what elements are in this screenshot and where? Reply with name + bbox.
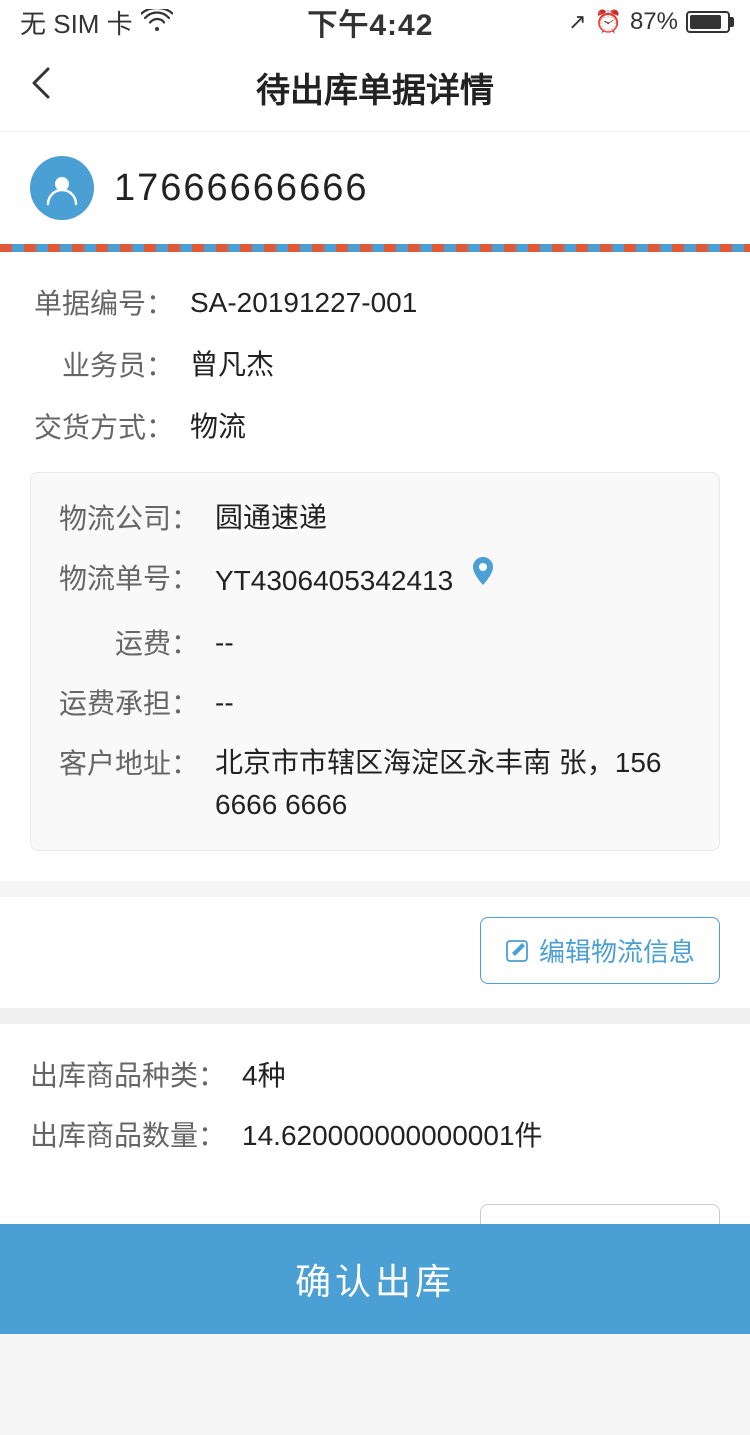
- back-button[interactable]: [20, 55, 62, 120]
- logistics-card: 物流公司： 圆通速递 物流单号： YT4306405342413 运费：: [30, 472, 720, 851]
- wifi-icon: [141, 7, 173, 38]
- battery-percent: 87%: [630, 8, 678, 36]
- confirm-outbound-button[interactable]: 确认出库: [0, 1224, 750, 1334]
- dashed-separator: [0, 244, 750, 252]
- battery-icon: [686, 11, 730, 33]
- address-label: 客户地址：: [55, 742, 215, 782]
- order-number-value: SA-20191227-001: [190, 282, 720, 324]
- goods-quantity-label: 出库商品数量：: [30, 1114, 242, 1154]
- location-active-icon: ↗: [568, 9, 586, 35]
- customer-header: 17666666666: [0, 132, 750, 244]
- goods-quantity-row: 出库商品数量： 14.620000000000001件: [30, 1114, 720, 1154]
- status-bar: 无 SIM 卡 下午4:42 ↗ ⏰ 87%: [0, 0, 750, 44]
- tracking-number-value: YT4306405342413: [215, 557, 695, 604]
- edit-logistics-button[interactable]: 编辑物流信息: [480, 917, 720, 984]
- goods-type-row: 出库商品种类： 4种: [30, 1054, 720, 1094]
- order-number-row: 单据编号： SA-20191227-001: [30, 282, 720, 324]
- order-info-section: 单据编号： SA-20191227-001 业务员： 曾凡杰 交货方式： 物流 …: [0, 252, 750, 881]
- sales-person-value: 曾凡杰: [190, 344, 720, 386]
- time-display: 下午4:42: [307, 0, 433, 44]
- freight-bearer-row: 运费承担： --: [55, 682, 695, 724]
- avatar: [30, 156, 94, 220]
- tracking-number-label: 物流单号：: [55, 557, 215, 597]
- freight-value: --: [215, 622, 695, 664]
- page-title: 待出库单据详情: [256, 63, 494, 112]
- tracking-number-row: 物流单号： YT4306405342413: [55, 557, 695, 604]
- nav-bar: 待出库单据详情: [0, 44, 750, 132]
- address-value: 北京市市辖区海淀区永丰南 张，156 6666 6666: [215, 742, 695, 826]
- logistics-company-value: 圆通速递: [215, 497, 695, 539]
- goods-section: 出库商品种类： 4种 出库商品数量： 14.620000000000001件: [0, 1024, 750, 1184]
- status-left: 无 SIM 卡: [20, 4, 173, 41]
- freight-row: 运费： --: [55, 622, 695, 664]
- alarm-icon: ⏰: [595, 9, 622, 35]
- freight-bearer-value: --: [215, 682, 695, 724]
- confirm-outbound-label: 确认出库: [295, 1253, 455, 1305]
- goods-quantity-value: 14.620000000000001件: [242, 1114, 720, 1154]
- carrier-text: 无 SIM 卡: [20, 4, 133, 41]
- delivery-method-value: 物流: [190, 406, 720, 448]
- tracking-location-icon[interactable]: [469, 557, 497, 604]
- address-row: 客户地址： 北京市市辖区海淀区永丰南 张，156 6666 6666: [55, 742, 695, 826]
- logistics-company-row: 物流公司： 圆通速递: [55, 497, 695, 539]
- delivery-method-row: 交货方式： 物流: [30, 406, 720, 448]
- customer-phone: 17666666666: [114, 167, 368, 210]
- freight-label: 运费：: [55, 622, 215, 662]
- delivery-method-label: 交货方式：: [30, 406, 190, 446]
- sales-person-label: 业务员：: [30, 344, 190, 384]
- edit-btn-row: 编辑物流信息: [0, 897, 750, 1008]
- edit-logistics-label: 编辑物流信息: [539, 932, 695, 969]
- goods-type-label: 出库商品种类：: [30, 1054, 242, 1094]
- status-right: ↗ ⏰ 87%: [568, 8, 730, 36]
- order-number-label: 单据编号：: [30, 282, 190, 322]
- goods-type-value: 4种: [242, 1054, 720, 1094]
- section-divider-1: [0, 1008, 750, 1024]
- freight-bearer-label: 运费承担：: [55, 682, 215, 722]
- sales-person-row: 业务员： 曾凡杰: [30, 344, 720, 386]
- logistics-company-label: 物流公司：: [55, 497, 215, 537]
